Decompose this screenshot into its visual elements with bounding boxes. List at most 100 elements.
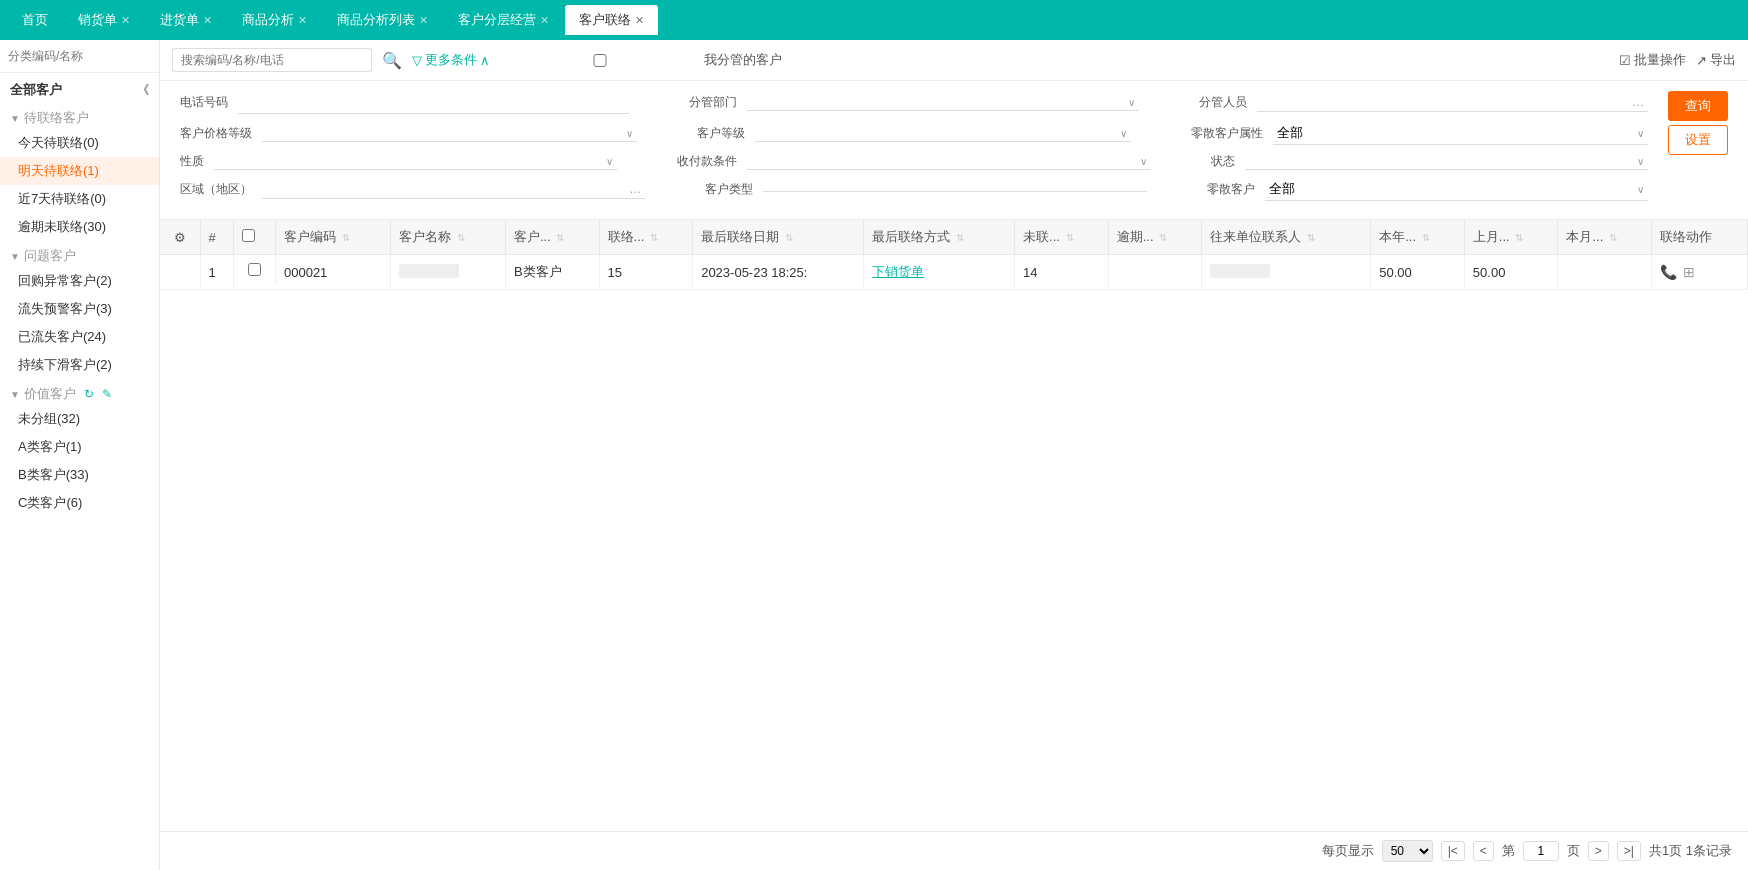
nature-select[interactable]: ∨ [214, 154, 617, 170]
batch-op-button[interactable]: ☑ 批量操作 [1619, 51, 1686, 69]
phone-input[interactable] [242, 93, 625, 111]
code-column-header[interactable]: 客户编码 ⇅ [276, 220, 391, 255]
retail-customer-select[interactable]: 全部 ∨ [1265, 178, 1648, 201]
overdue-column-header[interactable]: 逾期... ⇅ [1108, 220, 1202, 255]
this-month-column-header[interactable]: 本月... ⇅ [1558, 220, 1652, 255]
filter-row-1: 电话号码 分管部门 ∨ 分管人员 [180, 91, 1648, 114]
type-column-header[interactable]: 客户... ⇅ [505, 220, 599, 255]
sidebar-item-churn-warn[interactable]: 流失预警客户(3) [0, 295, 159, 323]
person-select[interactable]: … [1257, 93, 1648, 112]
close-analysis-table-icon[interactable]: ✕ [419, 14, 428, 27]
row-type-cell: B类客户 [505, 255, 599, 290]
phone-action-icon[interactable]: 📞 [1660, 264, 1677, 280]
name-column-header[interactable]: 客户名称 ⇅ [391, 220, 506, 255]
sidebar-item-repurchase[interactable]: 回购异常客户(2) [0, 267, 159, 295]
refresh-value-icon[interactable]: ↻ [84, 387, 94, 401]
filter-row-2: 客户价格等级 ∨ 客户等级 ∨ 零散客户属性 [180, 122, 1648, 145]
search-bar: 🔍 ▽ 更多条件 ∧ 我分管的客户 ☑ 批量操作 ↗ 导出 [160, 40, 1748, 81]
nav-sales[interactable]: 销货单 ✕ [64, 5, 144, 35]
customer-type-select[interactable] [763, 187, 1146, 192]
close-analysis-icon[interactable]: ✕ [298, 14, 307, 27]
chevron-up-icon: ∧ [480, 53, 490, 68]
query-button[interactable]: 查询 [1668, 91, 1728, 121]
collapse-icon[interactable]: 《 [137, 82, 149, 99]
close-purchase-icon[interactable]: ✕ [203, 14, 212, 27]
sidebar-item-tomorrow[interactable]: 明天待联络(1) [0, 157, 159, 185]
payment-select[interactable]: ∨ [747, 154, 1150, 170]
last-month-column-header[interactable]: 上月... ⇅ [1464, 220, 1558, 255]
sidebar: 🔍 全部客户 《 待联络客户 今天待联络(0) 明天待联络(1) 近7天待联络(… [0, 40, 160, 870]
filter-icon: ▽ [412, 53, 422, 68]
more-filter-button[interactable]: ▽ 更多条件 ∧ [412, 51, 490, 69]
status-select[interactable]: ∨ [1245, 154, 1648, 170]
nav-home[interactable]: 首页 [8, 5, 62, 35]
customer-level-select[interactable]: ∨ [755, 126, 1130, 142]
checkbox-column-header[interactable] [234, 220, 276, 255]
sidebar-item-churned[interactable]: 已流失客户(24) [0, 323, 159, 351]
row-checkbox[interactable] [248, 263, 261, 276]
search-input[interactable] [172, 48, 372, 72]
row-last-method-cell[interactable]: 下销货单 [864, 255, 1015, 290]
gear-column-header[interactable]: ⚙ [160, 220, 200, 255]
filter-row-4: 区域（地区） … 客户类型 零散客户 全部 [180, 178, 1648, 201]
retail-attr-select[interactable]: 全部 ∨ [1273, 122, 1648, 145]
search-button-icon[interactable]: 🔍 [382, 51, 402, 70]
this-year-column-header[interactable]: 本年... ⇅ [1371, 220, 1465, 255]
nav-customer-layer[interactable]: 客户分层经营 ✕ [444, 5, 563, 35]
edit-value-icon[interactable]: ✎ [102, 387, 112, 401]
prev-page-button[interactable]: < [1473, 841, 1494, 861]
not-contacted-column-header[interactable]: 未联... ⇅ [1015, 220, 1109, 255]
settings-button[interactable]: 设置 [1668, 125, 1728, 155]
next-page-button[interactable]: > [1588, 841, 1609, 861]
close-customer-layer-icon[interactable]: ✕ [540, 14, 549, 27]
close-customer-contact-icon[interactable]: ✕ [635, 14, 644, 27]
sidebar-search-area: 🔍 [0, 40, 159, 73]
select-all-checkbox[interactable] [242, 229, 255, 242]
per-page-select[interactable]: 50 100 200 [1382, 840, 1433, 862]
last-contact-date-column-header[interactable]: 最后联络日期 ⇅ [693, 220, 864, 255]
row-code-cell: 000021 [276, 255, 391, 290]
export-button[interactable]: ↗ 导出 [1696, 51, 1736, 69]
nav-purchase[interactable]: 进货单 ✕ [146, 5, 226, 35]
sidebar-item-declining[interactable]: 持续下滑客户(2) [0, 351, 159, 379]
price-level-select[interactable]: ∨ [262, 126, 637, 142]
sidebar-item-today[interactable]: 今天待联络(0) [0, 129, 159, 157]
nav-analysis[interactable]: 商品分析 ✕ [228, 5, 321, 35]
sidebar-item-c-class[interactable]: C类客户(6) [0, 489, 159, 517]
first-page-button[interactable]: |< [1441, 841, 1465, 861]
last-page-button[interactable]: >| [1617, 841, 1641, 861]
nav-customer-contact[interactable]: 客户联络 ✕ [565, 5, 658, 35]
filter-panel: 电话号码 分管部门 ∨ 分管人员 [160, 81, 1748, 220]
person-ellipsis-icon[interactable]: … [1632, 95, 1644, 109]
sidebar-item-b-class[interactable]: B类客户(33) [0, 461, 159, 489]
phone-input-wrapper[interactable] [238, 91, 629, 114]
dept-select[interactable]: ∨ [747, 95, 1138, 111]
sidebar-item-ungroup[interactable]: 未分组(32) [0, 405, 159, 433]
customer-level-chevron-icon: ∨ [1120, 128, 1127, 139]
unit-contact-column-header[interactable]: 往来单位联系人 ⇅ [1202, 220, 1371, 255]
my-customer-checkbox[interactable] [500, 54, 700, 67]
row-last-month-cell: 50.00 [1464, 255, 1558, 290]
close-sales-icon[interactable]: ✕ [121, 14, 130, 27]
seq-column-header: # [200, 220, 234, 255]
row-name-cell [391, 255, 506, 290]
customer-level-label: 客户等级 [697, 125, 745, 142]
page-input[interactable] [1523, 841, 1559, 861]
page-label: 第 [1502, 842, 1515, 860]
sidebar-item-week7[interactable]: 近7天待联络(0) [0, 185, 159, 213]
contact-column-header[interactable]: 联络... ⇅ [599, 220, 693, 255]
last-contact-method-column-header[interactable]: 最后联络方式 ⇅ [864, 220, 1015, 255]
area-ellipsis-icon[interactable]: … [629, 182, 641, 196]
row-seq-cell: 1 [200, 255, 234, 290]
sidebar-search-input[interactable] [8, 49, 158, 63]
sidebar-item-overdue[interactable]: 逾期未联络(30) [0, 213, 159, 241]
nav-analysis-table[interactable]: 商品分析列表 ✕ [323, 5, 442, 35]
customer-type-label: 客户类型 [705, 181, 753, 198]
status-label: 状态 [1211, 153, 1235, 170]
row-gear-cell [160, 255, 200, 290]
sidebar-item-a-class[interactable]: A类客户(1) [0, 433, 159, 461]
area-select[interactable]: … [262, 180, 645, 199]
grid-action-icon[interactable]: ⊞ [1683, 264, 1695, 280]
my-customer-checkbox-area[interactable]: 我分管的客户 [500, 51, 782, 69]
row-checkbox-cell[interactable] [234, 255, 276, 284]
